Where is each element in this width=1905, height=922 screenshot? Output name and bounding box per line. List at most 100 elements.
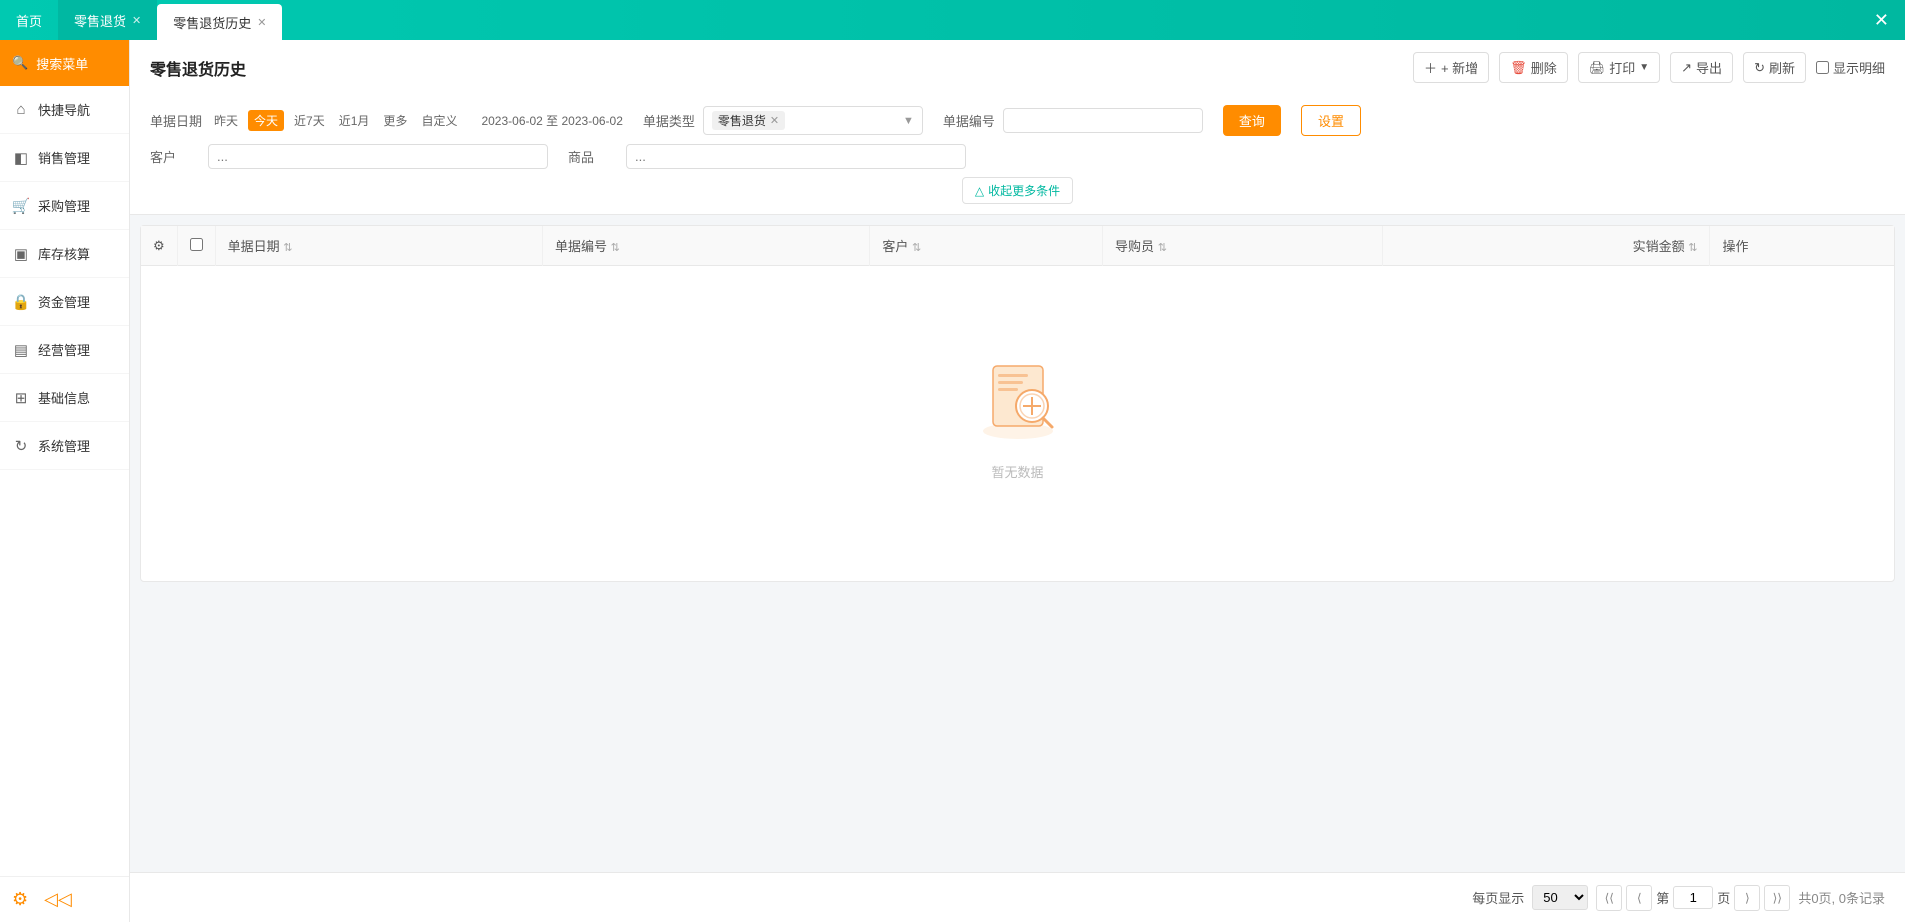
refresh-label: 刷新: [1769, 58, 1795, 77]
th-amount-sort[interactable]: ⇅: [1688, 242, 1697, 254]
type-tag-value: 零售退货: [718, 112, 766, 129]
print-button[interactable]: 🖨 打印 ▼: [1578, 52, 1660, 83]
table-area: ⚙ 单据日期 ⇅ 单据编号 ⇅: [140, 225, 1895, 582]
th-customer-label: 客户: [882, 239, 908, 254]
home-icon: ⌂: [12, 101, 30, 119]
sidebar-item-purchase-label: 采购管理: [38, 196, 90, 215]
display-toggle[interactable]: 显示明细: [1816, 58, 1885, 77]
main-content: 零售退货历史 ＋ + 新增 🗑 删除 🖨 打印 ▼ ↗ 导出: [130, 40, 1905, 922]
settings-icon[interactable]: ⚙: [153, 238, 165, 253]
date-filter: 单据日期 昨天 今天 近7天 近1月 更多 自定义: [150, 110, 461, 131]
date-shortcuts: 昨天 今天 近7天 近1月 更多 自定义: [210, 110, 461, 131]
sidebar-item-inventory-label: 库存核算: [38, 244, 90, 263]
add-button[interactable]: ＋ + 新增: [1413, 52, 1489, 83]
sidebar-search-label: 搜索菜单: [36, 54, 88, 73]
ops-icon: ▤: [12, 341, 30, 359]
goods-filter-label: 商品: [568, 147, 618, 166]
table-wrapper: ⚙ 单据日期 ⇅ 单据编号 ⇅: [141, 226, 1894, 581]
sidebar-search[interactable]: 🔍 搜索菜单: [0, 40, 129, 86]
sidebar-item-basic-label: 基础信息: [38, 388, 90, 407]
finance-icon: 🔒: [12, 293, 30, 311]
type-filter-label: 单据类型: [643, 111, 695, 130]
tab-retail-return[interactable]: 零售退货 ✕: [58, 0, 157, 40]
type-tag-remove[interactable]: ✕: [770, 114, 779, 127]
sidebar-item-finance[interactable]: 🔒 资金管理: [0, 278, 129, 326]
query-button[interactable]: 查询: [1223, 105, 1281, 136]
th-customer: 客户 ⇅: [870, 226, 1103, 266]
set-button[interactable]: 设置: [1301, 105, 1361, 136]
type-filter: 单据类型 零售退货 ✕ ▼: [643, 106, 923, 135]
sidebar-item-sys-label: 系统管理: [38, 436, 90, 455]
date-filter-label: 单据日期: [150, 111, 202, 130]
sidebar-item-inventory[interactable]: ▣ 库存核算: [0, 230, 129, 278]
top-bar: 首页 零售退货 ✕ 零售退货历史 ✕ ✕: [0, 0, 1905, 40]
per-page-select[interactable]: 50 10 20 100: [1532, 885, 1588, 910]
th-settings[interactable]: ⚙: [141, 226, 177, 266]
sidebar-item-basic-info[interactable]: ⊞ 基础信息: [0, 374, 129, 422]
window-close-btn[interactable]: ✕: [1874, 10, 1905, 31]
refresh-button[interactable]: ↻ 刷新: [1743, 52, 1806, 83]
sales-icon: ◧: [12, 149, 30, 167]
print-arrow-icon: ▼: [1639, 62, 1649, 73]
select-all-checkbox[interactable]: [190, 238, 203, 251]
settings-icon[interactable]: ⚙: [12, 889, 28, 910]
th-action-label: 操作: [1722, 239, 1748, 254]
number-filter-label: 单据编号: [943, 111, 995, 130]
sidebar-item-ops-mgmt[interactable]: ▤ 经营管理: [0, 326, 129, 374]
shortcut-1month[interactable]: 近1月: [335, 110, 374, 131]
table-header-row: ⚙ 单据日期 ⇅ 单据编号 ⇅: [141, 226, 1894, 266]
shortcut-more[interactable]: 更多: [379, 110, 411, 131]
first-page-btn[interactable]: ⟨⟨: [1596, 885, 1622, 911]
goods-filter-input[interactable]: [626, 144, 966, 169]
shortcut-yesterday[interactable]: 昨天: [210, 110, 242, 131]
collapse-button[interactable]: △ 收起更多条件: [962, 177, 1073, 204]
empty-illustration: [968, 346, 1068, 446]
page-title: 零售退货历史: [150, 56, 246, 80]
collapse-icon: △: [975, 184, 984, 198]
th-guide: 导购员 ⇅: [1103, 226, 1383, 266]
tab-retail-return-close[interactable]: ✕: [132, 14, 141, 27]
empty-state: 暂无数据: [141, 266, 1894, 581]
prev-page-btn[interactable]: ⟨: [1626, 885, 1652, 911]
customer-filter-input[interactable]: [208, 144, 548, 169]
th-number-sort[interactable]: ⇅: [611, 242, 620, 254]
shortcut-7days[interactable]: 近7天: [290, 110, 329, 131]
sidebar-item-sys-mgmt[interactable]: ↻ 系统管理: [0, 422, 129, 470]
sidebar-item-quick-nav[interactable]: ⌂ 快捷导航: [0, 86, 129, 134]
export-button[interactable]: ↗ 导出: [1670, 52, 1733, 83]
date-range-value: 2023-06-02 至 2023-06-02: [481, 112, 622, 129]
sidebar-item-purchase-mgmt[interactable]: 🛒 采购管理: [0, 182, 129, 230]
shortcut-custom[interactable]: 自定义: [417, 110, 461, 131]
th-customer-sort[interactable]: ⇅: [912, 242, 921, 254]
tab-retail-return-history[interactable]: 零售退货历史 ✕: [157, 4, 282, 40]
shortcut-today[interactable]: 今天: [248, 110, 284, 131]
filter-row-2: 客户 商品: [150, 144, 1885, 169]
delete-button[interactable]: 🗑 删除: [1499, 52, 1568, 83]
next-page-btn[interactable]: ⟩: [1734, 885, 1760, 911]
tab-home-label: 首页: [16, 11, 42, 30]
collapse-row: △ 收起更多条件: [150, 177, 1885, 204]
sidebar-item-sales-mgmt[interactable]: ◧ 销售管理: [0, 134, 129, 182]
type-select[interactable]: 零售退货 ✕ ▼: [703, 106, 923, 135]
sidebar-item-ops-label: 经营管理: [38, 340, 90, 359]
display-toggle-label: 显示明细: [1833, 58, 1885, 77]
th-checkbox[interactable]: [177, 226, 215, 266]
th-date-sort[interactable]: ⇅: [283, 242, 292, 254]
page-header: 零售退货历史 ＋ + 新增 🗑 删除 🖨 打印 ▼ ↗ 导出: [130, 40, 1905, 215]
display-toggle-checkbox[interactable]: [1816, 61, 1829, 74]
page-input[interactable]: 1: [1673, 886, 1713, 909]
tab-home[interactable]: 首页: [0, 0, 58, 40]
tab-retail-return-history-close[interactable]: ✕: [257, 16, 266, 29]
delete-label: 删除: [1531, 58, 1557, 77]
export-icon: ↗: [1681, 60, 1692, 76]
volume-icon[interactable]: ◁◁: [44, 889, 72, 910]
per-page-label: 每页显示: [1472, 888, 1524, 907]
tab-retail-return-label: 零售退货: [74, 11, 126, 30]
sidebar: 🔍 搜索菜单 ⌂ 快捷导航 ◧ 销售管理 🛒 采购管理 ▣ 库存核算 🔒 资金管…: [0, 40, 130, 922]
add-label: + 新增: [1441, 58, 1478, 77]
number-filter-input[interactable]: [1003, 108, 1203, 133]
th-guide-sort[interactable]: ⇅: [1158, 242, 1167, 254]
th-number: 单据编号 ⇅: [543, 226, 870, 266]
last-page-btn[interactable]: ⟩⟩: [1764, 885, 1790, 911]
purchase-icon: 🛒: [12, 197, 30, 215]
